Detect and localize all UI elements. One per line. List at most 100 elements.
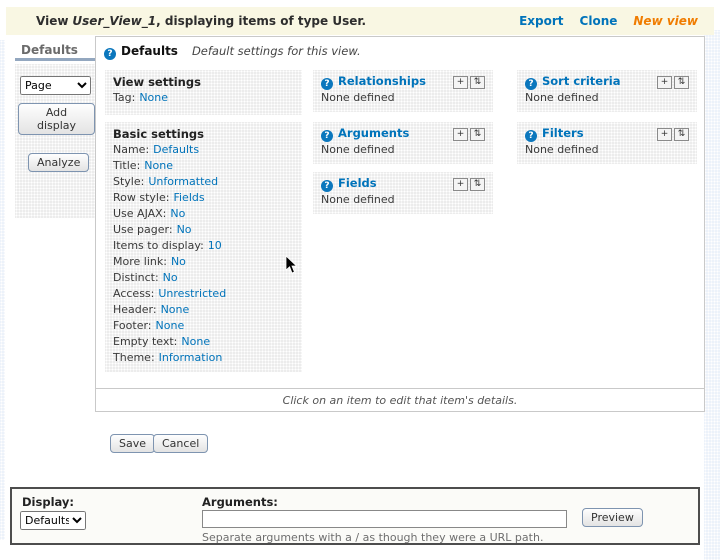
setting-link[interactable]: No bbox=[171, 255, 186, 268]
page-title: View User_View_1, displaying items of typ… bbox=[36, 14, 366, 28]
box-controls: + ⇅ bbox=[451, 126, 485, 141]
setting-link[interactable]: No bbox=[170, 207, 185, 220]
fields-status: None defined bbox=[321, 193, 395, 206]
add-icon[interactable]: + bbox=[657, 76, 672, 89]
view-settings-title: View settings bbox=[113, 75, 201, 89]
setting-link[interactable]: No bbox=[177, 223, 192, 236]
add-display-button[interactable]: Add display bbox=[18, 103, 95, 135]
setting-row: More link: No bbox=[113, 254, 294, 270]
preview-display-select[interactable]: Defaults bbox=[20, 511, 86, 530]
preview-button[interactable]: Preview bbox=[582, 508, 643, 527]
setting-link[interactable]: Unrestricted bbox=[158, 287, 226, 300]
help-icon[interactable]: ? bbox=[321, 78, 333, 90]
relationships-link[interactable]: Relationships bbox=[338, 74, 426, 88]
add-icon[interactable]: + bbox=[453, 76, 468, 89]
export-link[interactable]: Export bbox=[519, 14, 563, 28]
setting-row: Theme: Information bbox=[113, 350, 294, 366]
setting-link[interactable]: None bbox=[139, 91, 168, 104]
rearrange-icon[interactable]: ⇅ bbox=[674, 76, 689, 89]
page-title-suffix: , displaying items of type User. bbox=[156, 14, 367, 28]
setting-label: Header: bbox=[113, 303, 157, 316]
setting-row: Use pager: No bbox=[113, 222, 294, 238]
setting-label: Footer: bbox=[113, 319, 152, 332]
setting-label: Name: bbox=[113, 143, 150, 156]
display-label: Display: bbox=[22, 495, 75, 509]
setting-link[interactable]: No bbox=[163, 271, 178, 284]
relationships-box: ? Relationships + ⇅ None defined bbox=[313, 70, 493, 112]
analyze-button[interactable]: Analyze bbox=[28, 153, 90, 172]
relationships-header: ? Relationships + ⇅ bbox=[321, 74, 485, 90]
help-icon[interactable]: ? bbox=[321, 130, 333, 142]
setting-link[interactable]: Defaults bbox=[153, 143, 199, 156]
setting-link[interactable]: Information bbox=[159, 351, 223, 364]
sort-criteria-box: ? Sort criteria + ⇅ None defined bbox=[517, 70, 697, 112]
filters-box: ? Filters + ⇅ None defined bbox=[517, 122, 697, 164]
view-name: User_View_1 bbox=[72, 14, 157, 28]
box-controls: + ⇅ bbox=[451, 176, 485, 191]
setting-link[interactable]: None bbox=[144, 159, 173, 172]
view-settings-box: View settings Tag: None bbox=[105, 70, 302, 115]
setting-row: Tag: None bbox=[113, 90, 294, 106]
arguments-link[interactable]: Arguments bbox=[338, 126, 409, 140]
view-edit-panel: ? Defaults Default settings for this view.… bbox=[95, 36, 705, 412]
setting-link[interactable]: None bbox=[181, 335, 210, 348]
rearrange-icon[interactable]: ⇅ bbox=[470, 178, 485, 191]
setting-link[interactable]: Fields bbox=[173, 191, 204, 204]
setting-label: Access: bbox=[113, 287, 155, 300]
panel-heading-title: Defaults bbox=[121, 44, 178, 58]
help-icon[interactable]: ? bbox=[525, 78, 537, 90]
setting-row: Header: None bbox=[113, 302, 294, 318]
panel-heading-description: Default settings for this view. bbox=[191, 44, 361, 58]
arguments-box: ? Arguments + ⇅ None defined bbox=[313, 122, 493, 164]
rearrange-icon[interactable]: ⇅ bbox=[470, 76, 485, 89]
setting-row: Title: None bbox=[113, 158, 294, 174]
rearrange-icon[interactable]: ⇅ bbox=[470, 128, 485, 141]
add-icon[interactable]: + bbox=[453, 178, 468, 191]
fields-link[interactable]: Fields bbox=[338, 176, 377, 190]
filters-status: None defined bbox=[525, 143, 599, 156]
help-icon[interactable]: ? bbox=[104, 48, 116, 60]
arguments-input[interactable] bbox=[202, 510, 567, 528]
setting-label: More link: bbox=[113, 255, 167, 268]
setting-label: Items to display: bbox=[113, 239, 204, 252]
setting-link[interactable]: None bbox=[156, 319, 185, 332]
setting-row: Footer: None bbox=[113, 318, 294, 334]
save-button[interactable]: Save bbox=[110, 434, 156, 453]
setting-row: Access: Unrestricted bbox=[113, 286, 294, 302]
display-type-select[interactable]: Page bbox=[20, 76, 91, 95]
help-icon[interactable]: ? bbox=[321, 180, 333, 192]
sort-criteria-status: None defined bbox=[525, 91, 599, 104]
setting-row: Style: Unformatted bbox=[113, 174, 294, 190]
panel-footer-note: Click on an item to edit that item's det… bbox=[96, 388, 704, 411]
fields-header: ? Fields + ⇅ bbox=[321, 176, 485, 192]
basic-settings-box: Basic settings Name: Defaults Title: None … bbox=[105, 122, 302, 372]
page-header: Export Clone New view View User_View_1, dis… bbox=[6, 7, 714, 35]
new-view-link[interactable]: New view bbox=[633, 14, 698, 28]
arguments-label: Arguments: bbox=[202, 495, 278, 509]
arguments-help-text: Separate arguments with a / as though th… bbox=[202, 531, 544, 544]
setting-label: Style: bbox=[113, 175, 145, 188]
rearrange-icon[interactable]: ⇅ bbox=[674, 128, 689, 141]
sort-criteria-link[interactable]: Sort criteria bbox=[542, 74, 620, 88]
relationships-status: None defined bbox=[321, 91, 395, 104]
help-icon[interactable]: ? bbox=[525, 130, 537, 142]
setting-link[interactable]: Unformatted bbox=[148, 175, 218, 188]
setting-label: Tag: bbox=[113, 91, 136, 104]
arguments-status: None defined bbox=[321, 143, 395, 156]
setting-link[interactable]: None bbox=[161, 303, 190, 316]
setting-label: Use pager: bbox=[113, 223, 173, 236]
arguments-header: ? Arguments + ⇅ bbox=[321, 126, 485, 142]
setting-row: Distinct: No bbox=[113, 270, 294, 286]
header-links: Export Clone New view bbox=[503, 14, 698, 28]
add-icon[interactable]: + bbox=[657, 128, 672, 141]
clone-link[interactable]: Clone bbox=[580, 14, 618, 28]
setting-label: Empty text: bbox=[113, 335, 178, 348]
sort-criteria-header: ? Sort criteria + ⇅ bbox=[525, 74, 689, 90]
cancel-button[interactable]: Cancel bbox=[153, 434, 209, 453]
tab-defaults[interactable]: Defaults bbox=[15, 38, 95, 61]
setting-row: Use AJAX: No bbox=[113, 206, 294, 222]
filters-link[interactable]: Filters bbox=[542, 126, 584, 140]
box-controls: + ⇅ bbox=[655, 126, 689, 141]
add-icon[interactable]: + bbox=[453, 128, 468, 141]
setting-link[interactable]: 10 bbox=[208, 239, 222, 252]
